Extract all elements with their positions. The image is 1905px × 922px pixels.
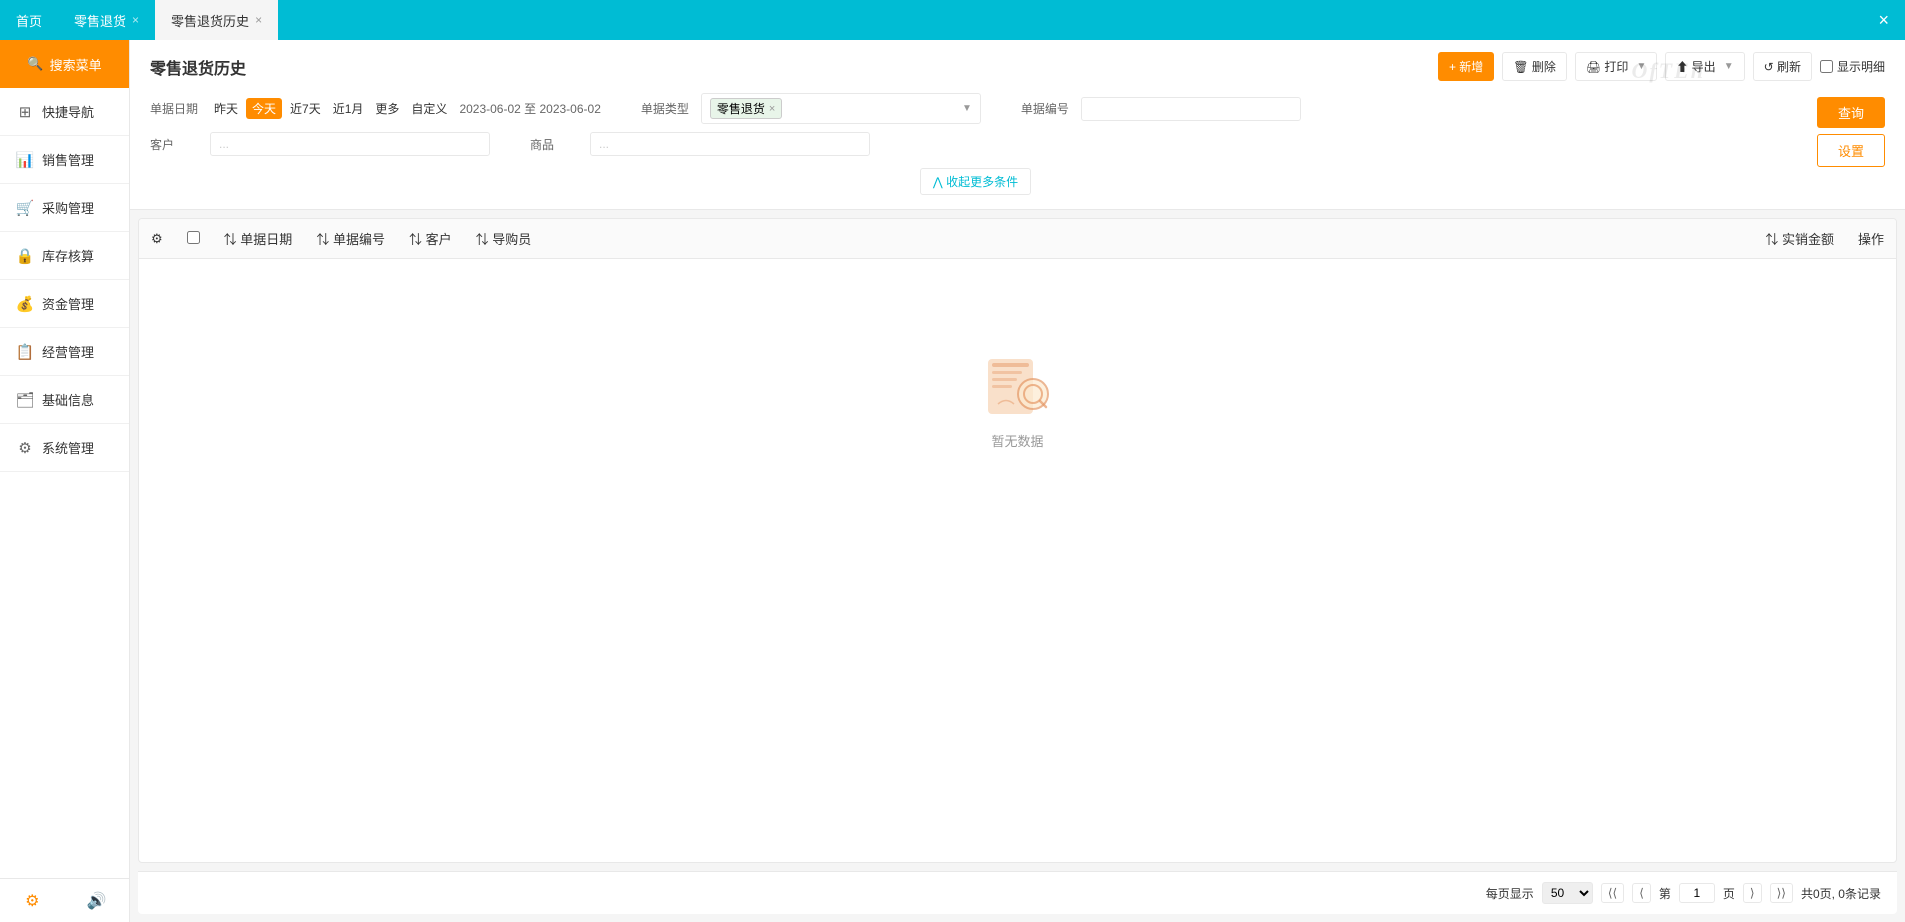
sales-icon: 📊 — [16, 151, 34, 169]
page-label: 第 — [1659, 885, 1671, 902]
display-detail-checkbox[interactable] — [1820, 60, 1833, 73]
th-voucher-no[interactable]: ⇅ 单据编号 — [304, 219, 397, 259]
th-checkbox[interactable] — [175, 219, 212, 259]
tab-home[interactable]: 首页 — [0, 0, 58, 40]
date-custom[interactable]: 自定义 — [407, 98, 451, 119]
sidebar-item-purchase[interactable]: 🛒 采购管理 — [0, 184, 129, 232]
delete-button[interactable]: 🗑 删除 — [1502, 52, 1567, 81]
sidebar-item-operations[interactable]: 📋 经营管理 — [0, 328, 129, 376]
goods-input[interactable]: ... — [590, 132, 870, 156]
per-page-label: 每页显示 — [1486, 885, 1534, 902]
export-button[interactable]: ⬆ 导出 ▼ — [1665, 52, 1744, 81]
purchase-icon: 🛒 — [16, 199, 34, 217]
window-close-button[interactable]: × — [1862, 10, 1905, 31]
toolbar: + 新增 🗑 删除 🖨 打印 ▼ ⬆ 导出 ▼ ↺ 刷新 显示明细 — [1438, 52, 1885, 81]
quick-nav-icon: ⊞ — [16, 103, 34, 121]
tab-retail-return-history[interactable]: 零售退货历史 × — [155, 0, 278, 40]
query-button[interactable]: 查询 — [1817, 97, 1885, 128]
system-icon: ⚙ — [16, 439, 34, 457]
customer-input[interactable]: ... — [210, 132, 490, 156]
voucher-date-label: 单据日期 — [150, 100, 210, 117]
date-more[interactable]: 更多 — [371, 98, 403, 119]
tab-retail-return[interactable]: 零售退货 × — [58, 0, 155, 40]
page-title: 零售退货历史 — [150, 55, 246, 79]
date-yesterday[interactable]: 昨天 — [210, 98, 242, 119]
sidebar-search[interactable]: 🔍 搜索菜单 — [0, 40, 129, 88]
next-page-button[interactable]: ⟩ — [1743, 883, 1762, 903]
display-detail-check[interactable]: 显示明细 — [1820, 58, 1885, 75]
finance-icon: 💰 — [16, 295, 34, 313]
sidebar-item-system[interactable]: ⚙ 系统管理 — [0, 424, 129, 472]
sidebar-audio-button[interactable]: 🔊 — [65, 879, 130, 922]
total-text: 共0页, 0条记录 — [1801, 885, 1881, 902]
empty-text: 暂无数据 — [991, 431, 1043, 450]
select-all-checkbox[interactable] — [187, 231, 200, 244]
customer-label: 客户 — [150, 136, 210, 153]
voucher-type-tag-close[interactable]: × — [769, 103, 775, 115]
print-button[interactable]: 🖨 打印 ▼ — [1575, 52, 1657, 81]
pagination: 每页显示 50 100 200 ⟨⟨ ⟨ 第 页 ⟩ ⟩⟩ 共0页, 0条记录 — [138, 871, 1897, 914]
inventory-icon: 🔒 — [16, 247, 34, 265]
content-area: 零售退货历史 + 新增 🗑 删除 🖨 打印 ▼ ⬆ 导出 ▼ ↺ 刷新 — [130, 40, 1905, 922]
refresh-button[interactable]: ↺ 刷新 — [1753, 52, 1812, 81]
operations-icon: 📋 — [16, 343, 34, 361]
voucher-no-input[interactable] — [1081, 97, 1301, 121]
filter-settings-button[interactable]: 设置 — [1817, 134, 1885, 167]
first-page-button[interactable]: ⟨⟨ — [1601, 883, 1624, 903]
tab-retail-return-close[interactable]: × — [132, 13, 139, 27]
sidebar-item-quick-nav[interactable]: ⊞ 快捷导航 — [0, 88, 129, 136]
last-page-button[interactable]: ⟩⟩ — [1770, 883, 1793, 903]
basic-info-icon: 🗂 — [16, 391, 34, 409]
th-settings[interactable]: ⚙ — [139, 219, 175, 259]
page-input[interactable] — [1679, 883, 1715, 903]
sidebar: 🔍 搜索菜单 ⊞ 快捷导航 📊 销售管理 🛒 采购管理 🔒 库存核算 💰 资金管… — [0, 40, 130, 922]
sidebar-item-finance[interactable]: 💰 资金管理 — [0, 280, 129, 328]
voucher-no-label: 单据编号 — [1021, 100, 1081, 117]
per-page-select[interactable]: 50 100 200 — [1542, 882, 1593, 904]
export-dropdown-icon: ▼ — [1724, 61, 1734, 72]
th-spacer — [543, 219, 1753, 259]
page-header: 零售退货历史 + 新增 🗑 删除 🖨 打印 ▼ ⬆ 导出 ▼ ↺ 刷新 — [130, 40, 1905, 210]
sidebar-item-inventory[interactable]: 🔒 库存核算 — [0, 232, 129, 280]
print-dropdown-icon: ▼ — [1636, 61, 1646, 72]
date-7days[interactable]: 近7天 — [286, 98, 325, 119]
th-customer[interactable]: ⇅ 客户 — [397, 219, 464, 259]
sidebar-item-sales[interactable]: 📊 销售管理 — [0, 136, 129, 184]
th-actual-amount[interactable]: ⇅ 实销金额 — [1753, 219, 1846, 259]
page-unit: 页 — [1723, 885, 1735, 902]
sidebar-item-basic-info[interactable]: 🗂 基础信息 — [0, 376, 129, 424]
voucher-type-tag: 零售退货 × — [710, 98, 782, 119]
empty-icon — [978, 339, 1058, 419]
collapse-filters-button[interactable]: ⋀ 收起更多条件 — [920, 168, 1031, 195]
th-guide[interactable]: ⇅ 导购员 — [464, 219, 544, 259]
date-today[interactable]: 今天 — [246, 98, 282, 119]
date-range-text: 2023-06-02 至 2023-06-02 — [459, 100, 600, 117]
th-operation: 操作 — [1846, 219, 1896, 259]
prev-page-button[interactable]: ⟨ — [1632, 883, 1651, 903]
empty-state: 暂无数据 — [139, 259, 1896, 530]
sidebar-bottom: ⚙ 🔊 — [0, 878, 129, 922]
settings-icon[interactable]: ⚙ — [151, 231, 163, 246]
add-button[interactable]: + 新增 — [1438, 52, 1494, 81]
filter-action-buttons: 查询 设置 — [1817, 93, 1885, 171]
goods-label: 商品 — [530, 136, 590, 153]
voucher-type-label: 单据类型 — [641, 100, 701, 117]
sidebar-settings-button[interactable]: ⚙ — [0, 879, 65, 922]
search-icon: 🔍 — [27, 56, 43, 72]
table-container: ⚙ ⇅ 单据日期 ⇅ 单据编号 — [138, 218, 1897, 863]
voucher-type-select[interactable]: 零售退货 × ▼ — [701, 93, 981, 124]
voucher-type-dropdown-icon: ▼ — [962, 103, 972, 114]
tab-retail-return-history-close[interactable]: × — [255, 13, 262, 27]
date-shortcuts: 昨天 今天 近7天 近1月 更多 自定义 — [210, 98, 451, 119]
date-1month[interactable]: 近1月 — [329, 98, 368, 119]
th-voucher-date[interactable]: ⇅ 单据日期 — [212, 219, 305, 259]
data-table: ⚙ ⇅ 单据日期 ⇅ 单据编号 — [139, 219, 1896, 259]
filter-area: 单据日期 昨天 今天 近7天 近1月 更多 自定义 2023-06-02 至 2… — [150, 93, 1885, 209]
top-bar: 首页 零售退货 × 零售退货历史 × × — [0, 0, 1905, 40]
